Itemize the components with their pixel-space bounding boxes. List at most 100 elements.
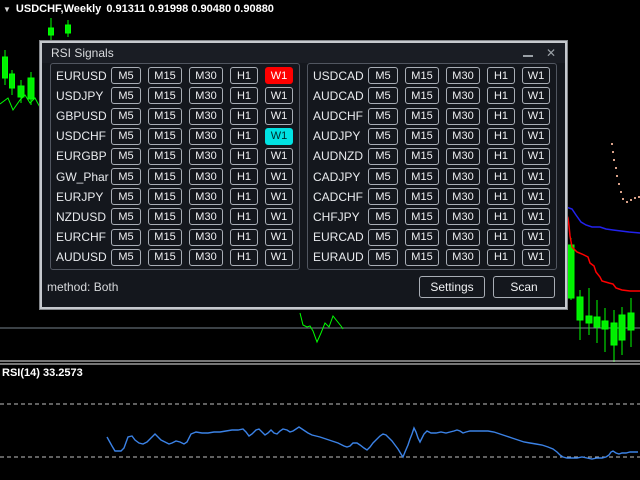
tf-button-GW_Phar-M5[interactable]: M5 xyxy=(111,168,141,186)
tf-button-EURCHF-W1[interactable]: W1 xyxy=(265,228,293,246)
tf-button-AUDUSD-M15[interactable]: M15 xyxy=(148,248,182,266)
tf-button-GW_Phar-W1[interactable]: W1 xyxy=(265,168,293,186)
tf-button-AUDUSD-W1[interactable]: W1 xyxy=(265,248,293,266)
tf-button-GBPUSD-M30[interactable]: M30 xyxy=(189,107,223,125)
tf-button-EURAUD-W1[interactable]: W1 xyxy=(522,248,550,266)
tf-button-EURJPY-W1[interactable]: W1 xyxy=(265,188,293,206)
tf-button-USDJPY-W1[interactable]: W1 xyxy=(265,87,293,105)
tf-button-USDCAD-H1[interactable]: H1 xyxy=(487,67,515,85)
close-icon[interactable]: ✕ xyxy=(546,47,556,59)
tf-button-CADCHF-M15[interactable]: M15 xyxy=(405,188,439,206)
tf-button-AUDNZD-M5[interactable]: M5 xyxy=(368,147,398,165)
tf-button-AUDCAD-M30[interactable]: M30 xyxy=(446,87,480,105)
tf-button-USDCAD-M5[interactable]: M5 xyxy=(368,67,398,85)
tf-button-EURGBP-M30[interactable]: M30 xyxy=(189,147,223,165)
tf-button-GW_Phar-M15[interactable]: M15 xyxy=(148,168,182,186)
tf-button-NZDUSD-W1[interactable]: W1 xyxy=(265,208,293,226)
tf-button-USDCAD-M30[interactable]: M30 xyxy=(446,67,480,85)
tf-button-AUDNZD-W1[interactable]: W1 xyxy=(522,147,550,165)
tf-button-EURCHF-M30[interactable]: M30 xyxy=(189,228,223,246)
tf-button-CHFJPY-M5[interactable]: M5 xyxy=(368,208,398,226)
tf-button-USDCHF-H1[interactable]: H1 xyxy=(230,127,258,145)
tf-button-EURCAD-H1[interactable]: H1 xyxy=(487,228,515,246)
tf-button-AUDNZD-M30[interactable]: M30 xyxy=(446,147,480,165)
tf-button-CADJPY-H1[interactable]: H1 xyxy=(487,168,515,186)
tf-button-CADCHF-H1[interactable]: H1 xyxy=(487,188,515,206)
tf-button-CADJPY-M5[interactable]: M5 xyxy=(368,168,398,186)
tf-button-USDCHF-M30[interactable]: M30 xyxy=(189,127,223,145)
tf-button-AUDCHF-H1[interactable]: H1 xyxy=(487,107,515,125)
tf-button-CADCHF-M30[interactable]: M30 xyxy=(446,188,480,206)
tf-button-EURJPY-H1[interactable]: H1 xyxy=(230,188,258,206)
tf-button-EURJPY-M30[interactable]: M30 xyxy=(189,188,223,206)
tf-button-EURGBP-M5[interactable]: M5 xyxy=(111,147,141,165)
tf-button-EURCAD-M5[interactable]: M5 xyxy=(368,228,398,246)
scan-button[interactable]: Scan xyxy=(493,276,555,298)
tf-button-AUDCAD-W1[interactable]: W1 xyxy=(522,87,550,105)
tf-button-CADCHF-M5[interactable]: M5 xyxy=(368,188,398,206)
tf-button-EURGBP-W1[interactable]: W1 xyxy=(265,147,293,165)
tf-button-CHFJPY-H1[interactable]: H1 xyxy=(487,208,515,226)
tf-button-EURUSD-M15[interactable]: M15 xyxy=(148,67,182,85)
tf-button-EURAUD-M30[interactable]: M30 xyxy=(446,248,480,266)
tf-button-USDJPY-M15[interactable]: M15 xyxy=(148,87,182,105)
tf-button-AUDCAD-H1[interactable]: H1 xyxy=(487,87,515,105)
tf-button-AUDNZD-H1[interactable]: H1 xyxy=(487,147,515,165)
tf-button-CHFJPY-M30[interactable]: M30 xyxy=(446,208,480,226)
tf-button-EURCAD-M15[interactable]: M15 xyxy=(405,228,439,246)
tf-button-EURCHF-M5[interactable]: M5 xyxy=(111,228,141,246)
tf-button-NZDUSD-H1[interactable]: H1 xyxy=(230,208,258,226)
tf-button-NZDUSD-M5[interactable]: M5 xyxy=(111,208,141,226)
tf-button-EURCHF-M15[interactable]: M15 xyxy=(148,228,182,246)
minimize-icon[interactable] xyxy=(522,48,533,58)
tf-button-AUDUSD-M30[interactable]: M30 xyxy=(189,248,223,266)
tf-button-CADJPY-W1[interactable]: W1 xyxy=(522,168,550,186)
tf-button-AUDCHF-W1[interactable]: W1 xyxy=(522,107,550,125)
tf-button-EURCAD-M30[interactable]: M30 xyxy=(446,228,480,246)
tf-button-AUDNZD-M15[interactable]: M15 xyxy=(405,147,439,165)
tf-button-EURCAD-W1[interactable]: W1 xyxy=(522,228,550,246)
tf-button-AUDCAD-M5[interactable]: M5 xyxy=(368,87,398,105)
tf-button-USDJPY-M30[interactable]: M30 xyxy=(189,87,223,105)
tf-button-NZDUSD-M15[interactable]: M15 xyxy=(148,208,182,226)
tf-button-USDJPY-M5[interactable]: M5 xyxy=(111,87,141,105)
tf-button-EURJPY-M5[interactable]: M5 xyxy=(111,188,141,206)
tf-button-AUDJPY-M30[interactable]: M30 xyxy=(446,127,480,145)
tf-button-AUDUSD-H1[interactable]: H1 xyxy=(230,248,258,266)
tf-button-USDCHF-M15[interactable]: M15 xyxy=(148,127,182,145)
tf-button-EURGBP-H1[interactable]: H1 xyxy=(230,147,258,165)
tf-button-AUDCHF-M5[interactable]: M5 xyxy=(368,107,398,125)
tf-button-GW_Phar-M30[interactable]: M30 xyxy=(189,168,223,186)
tf-button-EURUSD-W1[interactable]: W1 xyxy=(265,67,293,85)
tf-button-CADJPY-M30[interactable]: M30 xyxy=(446,168,480,186)
tf-button-EURAUD-M5[interactable]: M5 xyxy=(368,248,398,266)
tf-button-AUDCHF-M15[interactable]: M15 xyxy=(405,107,439,125)
tf-button-USDCHF-M5[interactable]: M5 xyxy=(111,127,141,145)
tf-button-NZDUSD-M30[interactable]: M30 xyxy=(189,208,223,226)
tf-button-EURCHF-H1[interactable]: H1 xyxy=(230,228,258,246)
tf-button-CHFJPY-M15[interactable]: M15 xyxy=(405,208,439,226)
tf-button-GW_Phar-H1[interactable]: H1 xyxy=(230,168,258,186)
tf-button-EURUSD-M30[interactable]: M30 xyxy=(189,67,223,85)
tf-button-USDJPY-H1[interactable]: H1 xyxy=(230,87,258,105)
tf-button-AUDJPY-H1[interactable]: H1 xyxy=(487,127,515,145)
tf-button-AUDJPY-M15[interactable]: M15 xyxy=(405,127,439,145)
tf-button-GBPUSD-M5[interactable]: M5 xyxy=(111,107,141,125)
tf-button-AUDCHF-M30[interactable]: M30 xyxy=(446,107,480,125)
tf-button-EURUSD-H1[interactable]: H1 xyxy=(230,67,258,85)
tf-button-EURAUD-M15[interactable]: M15 xyxy=(405,248,439,266)
tf-button-GBPUSD-M15[interactable]: M15 xyxy=(148,107,182,125)
tf-button-CADCHF-W1[interactable]: W1 xyxy=(522,188,550,206)
tf-button-EURJPY-M15[interactable]: M15 xyxy=(148,188,182,206)
tf-button-AUDCAD-M15[interactable]: M15 xyxy=(405,87,439,105)
tf-button-AUDJPY-W1[interactable]: W1 xyxy=(522,127,550,145)
tf-button-EURAUD-H1[interactable]: H1 xyxy=(487,248,515,266)
tf-button-EURGBP-M15[interactable]: M15 xyxy=(148,147,182,165)
tf-button-CHFJPY-W1[interactable]: W1 xyxy=(522,208,550,226)
tf-button-CADJPY-M15[interactable]: M15 xyxy=(405,168,439,186)
tf-button-USDCHF-W1[interactable]: W1 xyxy=(265,127,293,145)
dialog-titlebar[interactable]: RSI Signals ✕ xyxy=(42,43,565,63)
settings-button[interactable]: Settings xyxy=(419,276,485,298)
tf-button-USDCAD-W1[interactable]: W1 xyxy=(522,67,550,85)
tf-button-AUDJPY-M5[interactable]: M5 xyxy=(368,127,398,145)
